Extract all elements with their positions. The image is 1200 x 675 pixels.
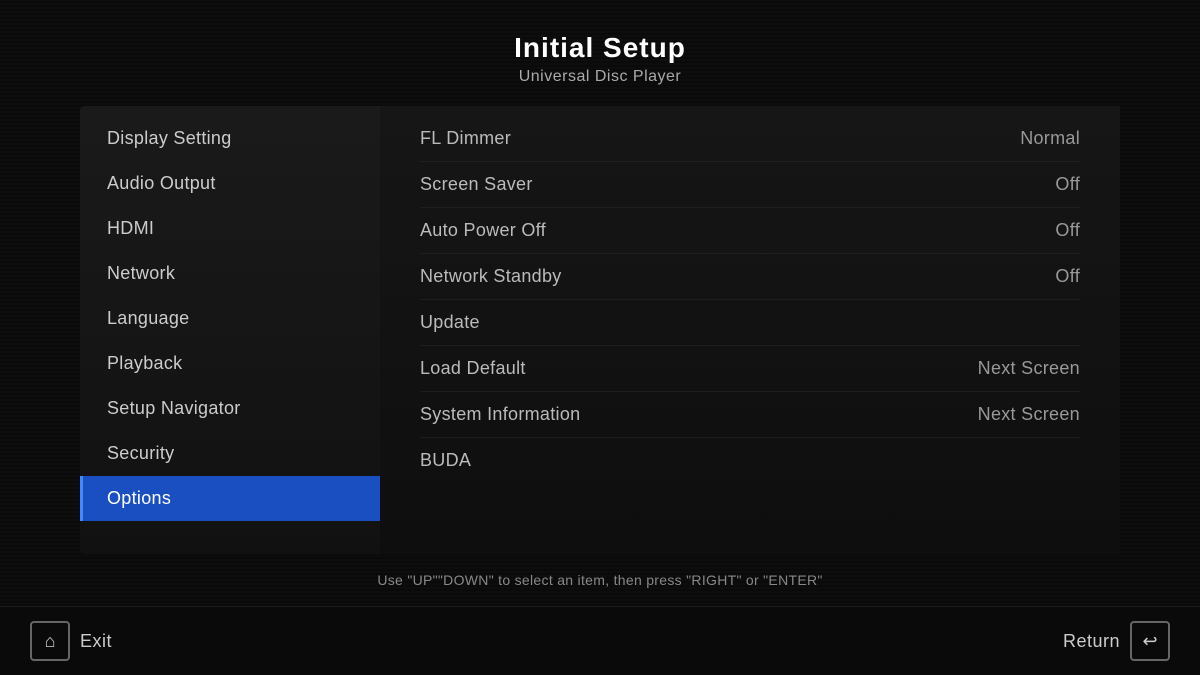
sidebar-item-language[interactable]: Language — [80, 296, 380, 341]
sidebar-item-playback[interactable]: Playback — [80, 341, 380, 386]
settings-row-buda[interactable]: BUDA — [420, 438, 1080, 483]
sidebar: Display Setting Audio Output HDMI Networ… — [80, 106, 380, 554]
settings-label-screen-saver: Screen Saver — [420, 174, 533, 195]
settings-label-update: Update — [420, 312, 480, 333]
settings-row-system-information[interactable]: System Information Next Screen — [420, 392, 1080, 438]
sidebar-item-display-setting[interactable]: Display Setting — [80, 116, 380, 161]
settings-value-screen-saver: Off — [1055, 174, 1080, 195]
page: Initial Setup Universal Disc Player Disp… — [0, 0, 1200, 675]
settings-label-buda: BUDA — [420, 450, 471, 471]
settings-value-fl-dimmer: Normal — [1020, 128, 1080, 149]
settings-row-fl-dimmer[interactable]: FL Dimmer Normal — [420, 116, 1080, 162]
page-subtitle: Universal Disc Player — [0, 68, 1200, 86]
settings-value-network-standby: Off — [1055, 266, 1080, 287]
settings-row-network-standby[interactable]: Network Standby Off — [420, 254, 1080, 300]
header: Initial Setup Universal Disc Player — [0, 0, 1200, 106]
main-content: Display Setting Audio Output HDMI Networ… — [0, 106, 1200, 554]
sidebar-item-hdmi[interactable]: HDMI — [80, 206, 380, 251]
footer-instruction: Use "UP""DOWN" to select an item, then p… — [0, 554, 1200, 606]
settings-label-load-default: Load Default — [420, 358, 526, 379]
return-icon: ↩ — [1130, 621, 1170, 661]
settings-value-auto-power-off: Off — [1055, 220, 1080, 241]
return-label: Return — [1063, 631, 1120, 652]
return-button[interactable]: Return ↩ — [1063, 621, 1170, 661]
page-title: Initial Setup — [0, 32, 1200, 64]
home-icon: ⌂ — [30, 621, 70, 661]
settings-row-update[interactable]: Update — [420, 300, 1080, 346]
exit-button[interactable]: ⌂ Exit — [30, 621, 112, 661]
content-panel: FL Dimmer Normal Screen Saver Off Auto P… — [380, 106, 1120, 554]
settings-row-auto-power-off[interactable]: Auto Power Off Off — [420, 208, 1080, 254]
bottom-bar: ⌂ Exit Return ↩ — [0, 606, 1200, 675]
sidebar-item-network[interactable]: Network — [80, 251, 380, 296]
settings-row-screen-saver[interactable]: Screen Saver Off — [420, 162, 1080, 208]
settings-label-network-standby: Network Standby — [420, 266, 562, 287]
settings-label-system-information: System Information — [420, 404, 580, 425]
settings-value-load-default: Next Screen — [978, 358, 1080, 379]
settings-list: FL Dimmer Normal Screen Saver Off Auto P… — [420, 116, 1080, 483]
sidebar-item-security[interactable]: Security — [80, 431, 380, 476]
exit-label: Exit — [80, 631, 112, 652]
sidebar-item-audio-output[interactable]: Audio Output — [80, 161, 380, 206]
settings-label-fl-dimmer: FL Dimmer — [420, 128, 511, 149]
settings-label-auto-power-off: Auto Power Off — [420, 220, 546, 241]
settings-row-load-default[interactable]: Load Default Next Screen — [420, 346, 1080, 392]
sidebar-item-options[interactable]: Options — [80, 476, 380, 521]
sidebar-item-setup-navigator[interactable]: Setup Navigator — [80, 386, 380, 431]
settings-value-system-information: Next Screen — [978, 404, 1080, 425]
